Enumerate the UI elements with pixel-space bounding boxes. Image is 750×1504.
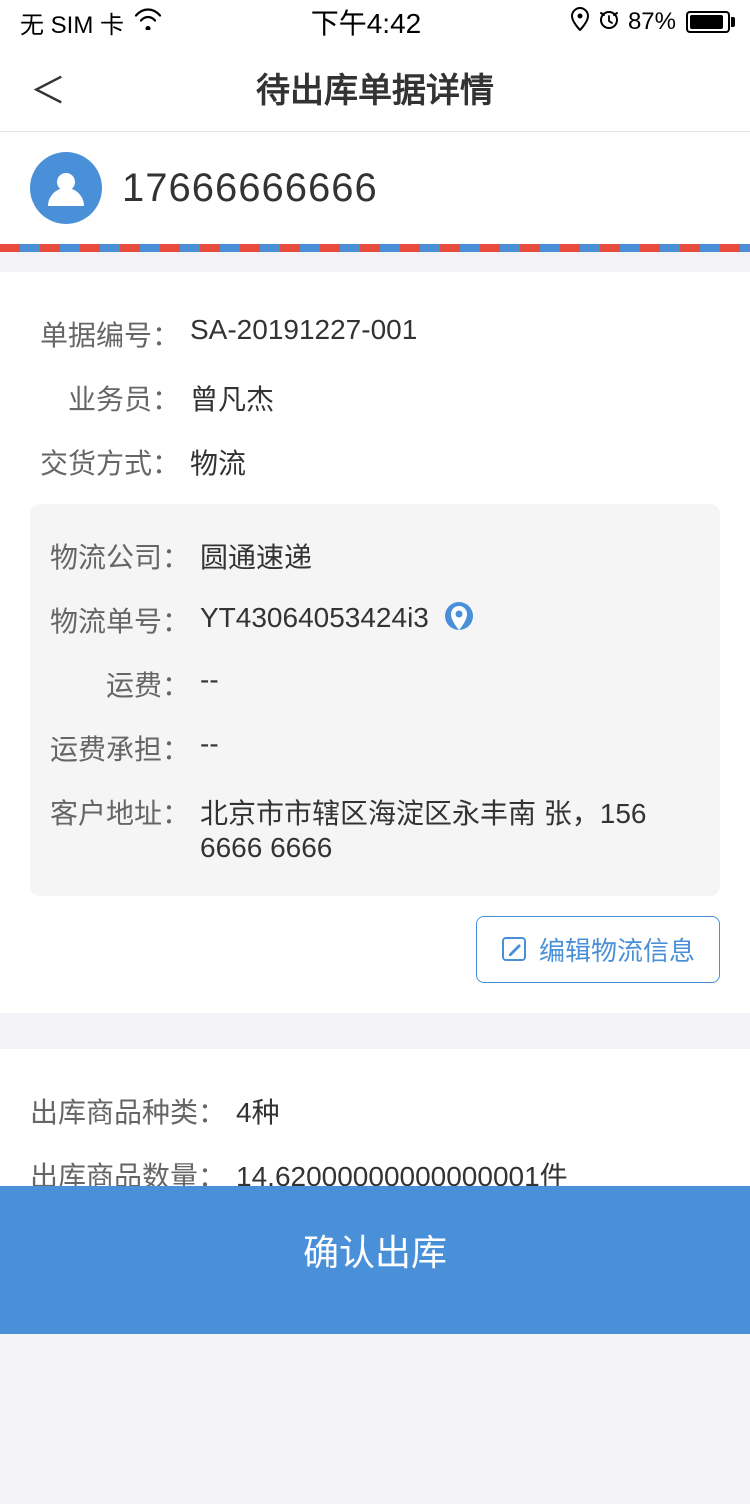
order-number-value: SA-20191227-001 — [190, 314, 720, 346]
page-title: 待出库单据详情 — [256, 63, 494, 112]
tracking-row: 物流单号： YT43064053424i3 — [40, 588, 710, 652]
edit-logistics-button[interactable]: 编辑物流信息 — [476, 916, 720, 983]
goods-type-label: 出库商品种类： — [30, 1091, 236, 1131]
dashed-divider — [0, 244, 750, 252]
staff-row: 业务员： 曾凡杰 — [30, 366, 720, 430]
confirm-btn-wrap: 确认出库 — [0, 1186, 750, 1334]
customer-phone: 17666666666 — [122, 166, 378, 211]
confirm-btn-label: 确认出库 — [303, 1224, 447, 1276]
person-icon — [44, 166, 88, 210]
order-number-row: 单据编号： SA-20191227-001 — [30, 302, 720, 366]
section-separator-1 — [0, 1013, 750, 1029]
freight-bear-value: -- — [200, 728, 710, 760]
logistics-company-label: 物流公司： — [40, 536, 200, 576]
address-label: 客户地址： — [40, 792, 200, 832]
logistics-company-row: 物流公司： 圆通速递 — [40, 524, 710, 588]
customer-header: 17666666666 — [0, 132, 750, 244]
tracking-location-icon[interactable] — [441, 600, 477, 636]
wifi-icon — [134, 8, 162, 37]
freight-row: 运费： -- — [40, 652, 710, 716]
freight-bear-row: 运费承担： -- — [40, 716, 710, 780]
edit-logistics-label: 编辑物流信息 — [539, 931, 695, 968]
tracking-value: YT43064053424i3 — [200, 602, 429, 634]
location-service-icon — [570, 7, 590, 38]
status-time: 下午4:42 — [311, 2, 422, 42]
customer-avatar — [30, 152, 102, 224]
carrier-text: 无 SIM 卡 — [20, 5, 124, 40]
goods-type-row: 出库商品种类： 4种 — [30, 1079, 720, 1143]
delivery-label: 交货方式： — [30, 442, 190, 482]
tracking-value-wrap: YT43064053424i3 — [200, 600, 710, 636]
order-number-label: 单据编号： — [30, 314, 190, 354]
status-left: 无 SIM 卡 — [20, 5, 162, 40]
edit-icon — [501, 936, 529, 964]
bottom-spacer — [0, 1324, 750, 1504]
freight-value: -- — [200, 664, 710, 696]
goods-type-value: 4种 — [236, 1091, 720, 1131]
logistics-box: 物流公司： 圆通速递 物流单号： YT43064053424i3 运费： -- … — [30, 504, 720, 896]
nav-bar: ＜ 待出库单据详情 — [0, 44, 750, 132]
battery-percent: 87% — [628, 8, 676, 36]
order-info-section: 单据编号： SA-20191227-001 业务员： 曾凡杰 交货方式： 物流 … — [0, 272, 750, 1013]
delivery-row: 交货方式： 物流 — [30, 430, 720, 494]
alarm-icon — [598, 8, 620, 37]
staff-value: 曾凡杰 — [190, 378, 720, 418]
back-button[interactable]: ＜ — [30, 62, 66, 114]
freight-label: 运费： — [40, 664, 200, 704]
confirm-outbound-button[interactable]: 确认出库 — [30, 1206, 720, 1294]
freight-bear-label: 运费承担： — [40, 728, 200, 768]
staff-label: 业务员： — [30, 378, 190, 418]
address-value: 北京市市辖区海淀区永丰南 张，156 6666 6666 — [200, 792, 710, 864]
delivery-value: 物流 — [190, 442, 720, 482]
status-bar: 无 SIM 卡 下午4:42 87% — [0, 0, 750, 44]
tracking-label: 物流单号： — [40, 600, 200, 640]
logistics-company-value: 圆通速递 — [200, 536, 710, 576]
status-right: 87% — [570, 7, 730, 38]
edit-btn-wrap: 编辑物流信息 — [30, 916, 720, 983]
address-row: 客户地址： 北京市市辖区海淀区永丰南 张，156 6666 6666 — [40, 780, 710, 876]
battery-icon — [686, 11, 730, 33]
